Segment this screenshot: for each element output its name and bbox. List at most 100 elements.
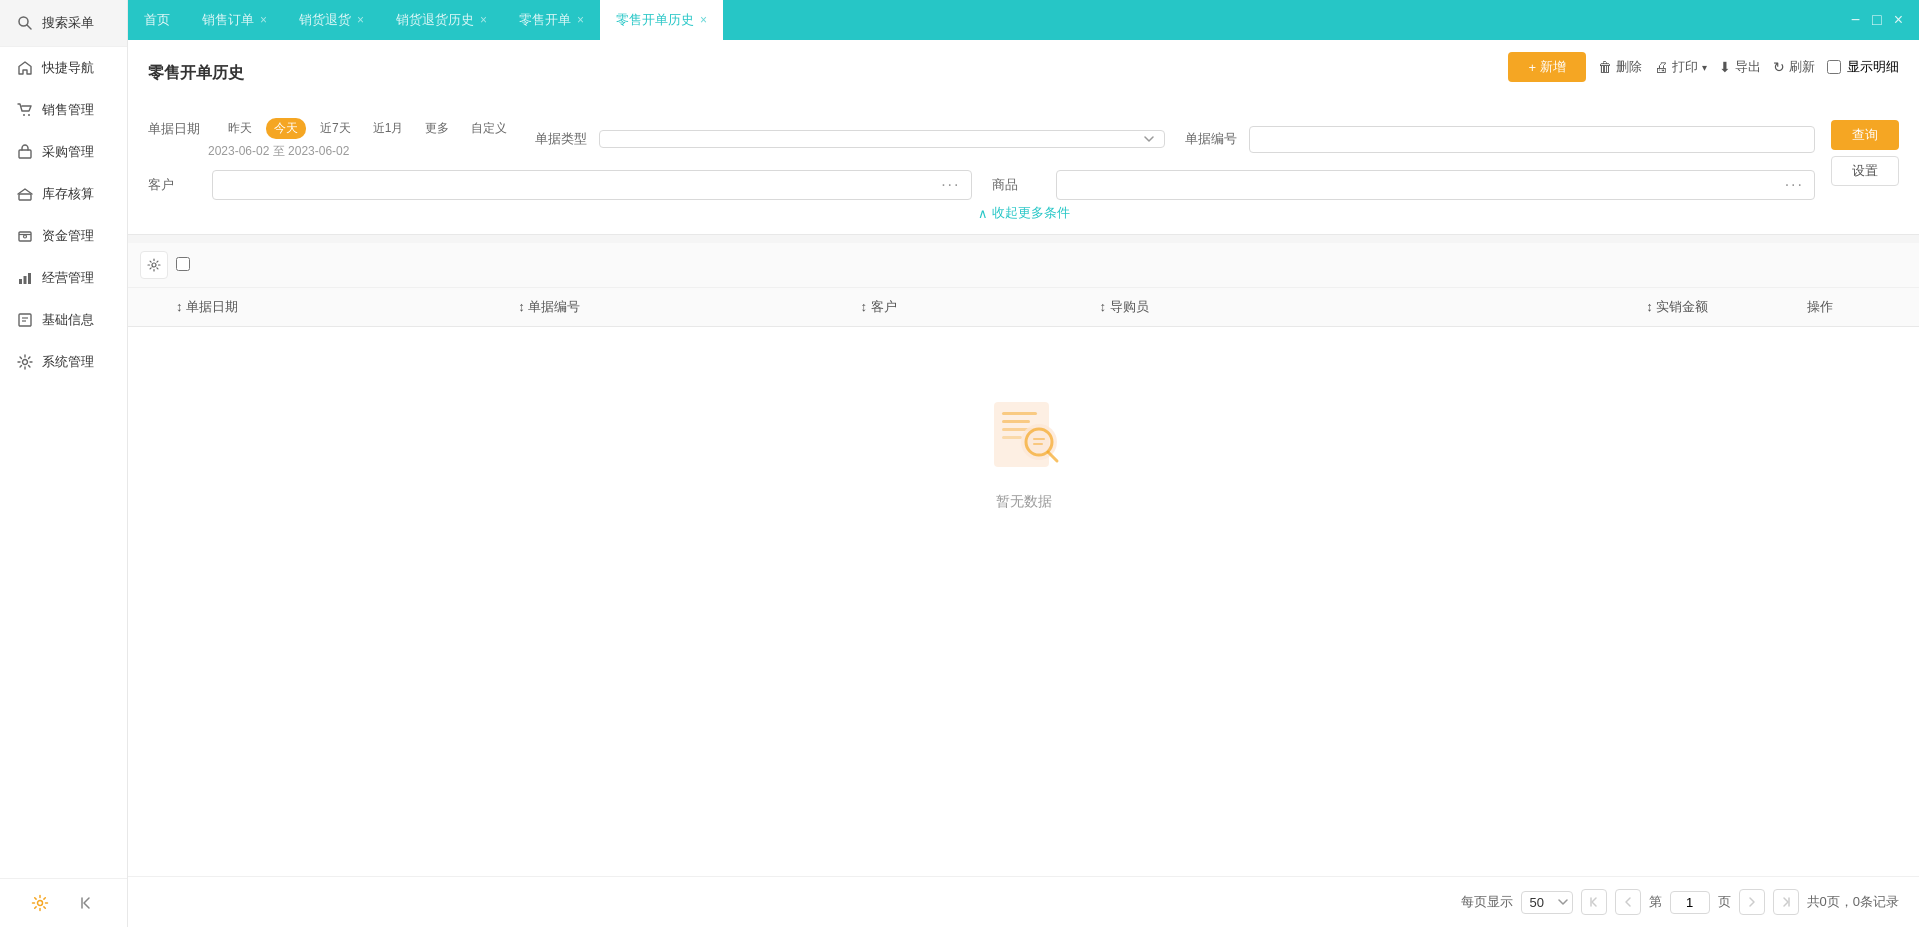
close-window-icon[interactable]: × <box>1894 11 1903 29</box>
delete-label: 删除 <box>1616 58 1642 76</box>
delete-button[interactable]: 🗑 删除 <box>1598 58 1642 76</box>
next-page-button[interactable] <box>1739 889 1765 915</box>
sidebar-item-sales-mgmt[interactable]: 销售管理 <box>0 89 127 131</box>
filter-date-item: 单据日期 昨天 今天 近7天 近1月 更多 自定义 <box>148 118 515 160</box>
display-detail-toggle[interactable]: 显示明细 <box>1827 58 1899 76</box>
collapse-button[interactable]: ∧ 收起更多条件 <box>978 204 1070 222</box>
sidebar-item-label: 采购管理 <box>42 143 94 161</box>
settings-button[interactable]: 设置 <box>1831 156 1899 186</box>
date-shortcuts: 昨天 今天 近7天 近1月 更多 自定义 <box>220 118 515 139</box>
filter-row-1: 单据日期 昨天 今天 近7天 近1月 更多 自定义 <box>148 118 1815 160</box>
goods-dropdown[interactable]: ··· <box>1056 170 1816 200</box>
minimize-icon[interactable]: − <box>1851 11 1860 29</box>
tab-retail-open[interactable]: 零售开单 × <box>503 0 600 40</box>
goods-dots[interactable]: ··· <box>1785 176 1804 194</box>
select-all-checkbox[interactable] <box>176 257 190 271</box>
prev-page-button[interactable] <box>1615 889 1641 915</box>
gear-icon[interactable] <box>28 891 52 915</box>
query-button[interactable]: 查询 <box>1831 120 1899 150</box>
sidebar-item-label: 经营管理 <box>42 269 94 287</box>
print-button[interactable]: 🖨 打印 ▾ <box>1654 58 1707 76</box>
col-date[interactable]: ↕ 单据日期 <box>164 288 506 327</box>
sidebar-item-quick-nav[interactable]: 快捷导航 <box>0 47 127 89</box>
tab-close-icon[interactable]: × <box>577 13 584 27</box>
main-area: 首页 销售订单 × 销货退货 × 销货退货历史 × 零售开单 × 零售开单历史 … <box>128 0 1919 927</box>
tab-close-icon[interactable]: × <box>357 13 364 27</box>
sidebar-item-finance[interactable]: 资金管理 <box>0 215 127 257</box>
tab-home-label: 首页 <box>144 11 170 29</box>
sidebar-item-label: 基础信息 <box>42 311 94 329</box>
window-controls: − □ × <box>1835 11 1919 29</box>
tab-home[interactable]: 首页 <box>128 0 186 40</box>
add-icon: + <box>1528 60 1536 75</box>
customer-dropdown[interactable]: ··· <box>212 170 972 200</box>
collapse-sidebar-icon[interactable] <box>75 891 99 915</box>
box-icon <box>16 143 34 161</box>
tabs-bar: 首页 销售订单 × 销货退货 × 销货退货历史 × 零售开单 × 零售开单历史 … <box>128 0 1919 40</box>
date-range-display: 2023-06-02 至 2023-06-02 <box>208 144 349 158</box>
tab-sales-return-history[interactable]: 销货退货历史 × <box>380 0 503 40</box>
cart-icon <box>16 101 34 119</box>
date-label: 单据日期 <box>148 120 204 138</box>
refresh-button[interactable]: ↻ 刷新 <box>1773 58 1815 76</box>
date-btn-custom[interactable]: 自定义 <box>463 118 515 139</box>
export-button[interactable]: ⬇ 导出 <box>1719 58 1761 76</box>
date-btn-today[interactable]: 今天 <box>266 118 306 139</box>
bill-no-input[interactable] <box>1249 126 1815 153</box>
refresh-label: 刷新 <box>1789 58 1815 76</box>
date-btn-more[interactable]: 更多 <box>417 118 457 139</box>
maximize-icon[interactable]: □ <box>1872 11 1882 29</box>
filter-customer-item: 客户 ··· <box>148 170 972 200</box>
table-wrap: ↕ 单据日期 ↕ 单据编号 ↕ 客户 <box>128 288 1919 876</box>
col-customer[interactable]: ↕ 客户 <box>849 288 1088 327</box>
table-toolbar <box>128 243 1919 288</box>
date-btn-yesterday[interactable]: 昨天 <box>220 118 260 139</box>
data-table: ↕ 单据日期 ↕ 单据编号 ↕ 客户 <box>128 288 1919 327</box>
tab-sales-order[interactable]: 销售订单 × <box>186 0 283 40</box>
date-btn-1month[interactable]: 近1月 <box>365 118 412 139</box>
sidebar-item-inventory[interactable]: 库存核算 <box>0 173 127 215</box>
display-detail-label: 显示明细 <box>1847 58 1899 76</box>
customer-dots[interactable]: ··· <box>941 176 960 194</box>
per-page-select[interactable]: 10 20 50 100 <box>1521 891 1573 914</box>
sidebar-item-basic-info[interactable]: 基础信息 <box>0 299 127 341</box>
toolbar: + 新增 🗑 删除 🖨 打印 ▾ ⬇ 导出 <box>1508 52 1899 82</box>
page-input[interactable] <box>1670 891 1710 914</box>
chart-icon <box>16 269 34 287</box>
sidebar-search-label: 搜索采单 <box>42 14 94 32</box>
display-detail-checkbox[interactable] <box>1827 60 1841 74</box>
col-amount[interactable]: ↕ 实销金额 <box>1378 288 1720 327</box>
tab-close-icon[interactable]: × <box>480 13 487 27</box>
add-button[interactable]: + 新增 <box>1508 52 1586 82</box>
svg-point-18 <box>152 263 156 267</box>
sidebar-item-system[interactable]: 系统管理 <box>0 341 127 383</box>
sidebar-item-operations[interactable]: 经营管理 <box>0 257 127 299</box>
col-no[interactable]: ↕ 单据编号 <box>506 288 848 327</box>
col-guide[interactable]: ↕ 导购员 <box>1087 288 1378 327</box>
svg-rect-4 <box>19 150 31 158</box>
svg-point-15 <box>23 360 28 365</box>
date-btn-7days[interactable]: 近7天 <box>312 118 359 139</box>
sidebar-item-label: 销售管理 <box>42 101 94 119</box>
export-label: 导出 <box>1735 58 1761 76</box>
table-area: ↕ 单据日期 ↕ 单据编号 ↕ 客户 <box>128 243 1919 927</box>
last-page-button[interactable] <box>1773 889 1799 915</box>
sidebar-search[interactable]: 搜索采单 <box>0 0 127 47</box>
delete-icon: 🗑 <box>1598 59 1612 75</box>
tab-close-icon[interactable]: × <box>260 13 267 27</box>
tab-close-icon[interactable]: × <box>700 13 707 27</box>
sidebar-item-label: 资金管理 <box>42 227 94 245</box>
bill-type-dropdown[interactable] <box>599 130 1165 148</box>
print-label: 打印 <box>1672 58 1698 76</box>
tab-retail-history[interactable]: 零售开单历史 × <box>600 0 723 40</box>
tab-retail-history-label: 零售开单历史 <box>616 11 694 29</box>
sidebar-item-purchase-mgmt[interactable]: 采购管理 <box>0 131 127 173</box>
table-settings-icon[interactable] <box>140 251 168 279</box>
tab-sales-return[interactable]: 销货退货 × <box>283 0 380 40</box>
col-checkbox <box>128 288 164 327</box>
first-page-button[interactable] <box>1581 889 1607 915</box>
svg-rect-12 <box>19 314 31 326</box>
tab-retail-open-label: 零售开单 <box>519 11 571 29</box>
home-icon <box>16 59 34 77</box>
empty-icon <box>974 387 1074 477</box>
